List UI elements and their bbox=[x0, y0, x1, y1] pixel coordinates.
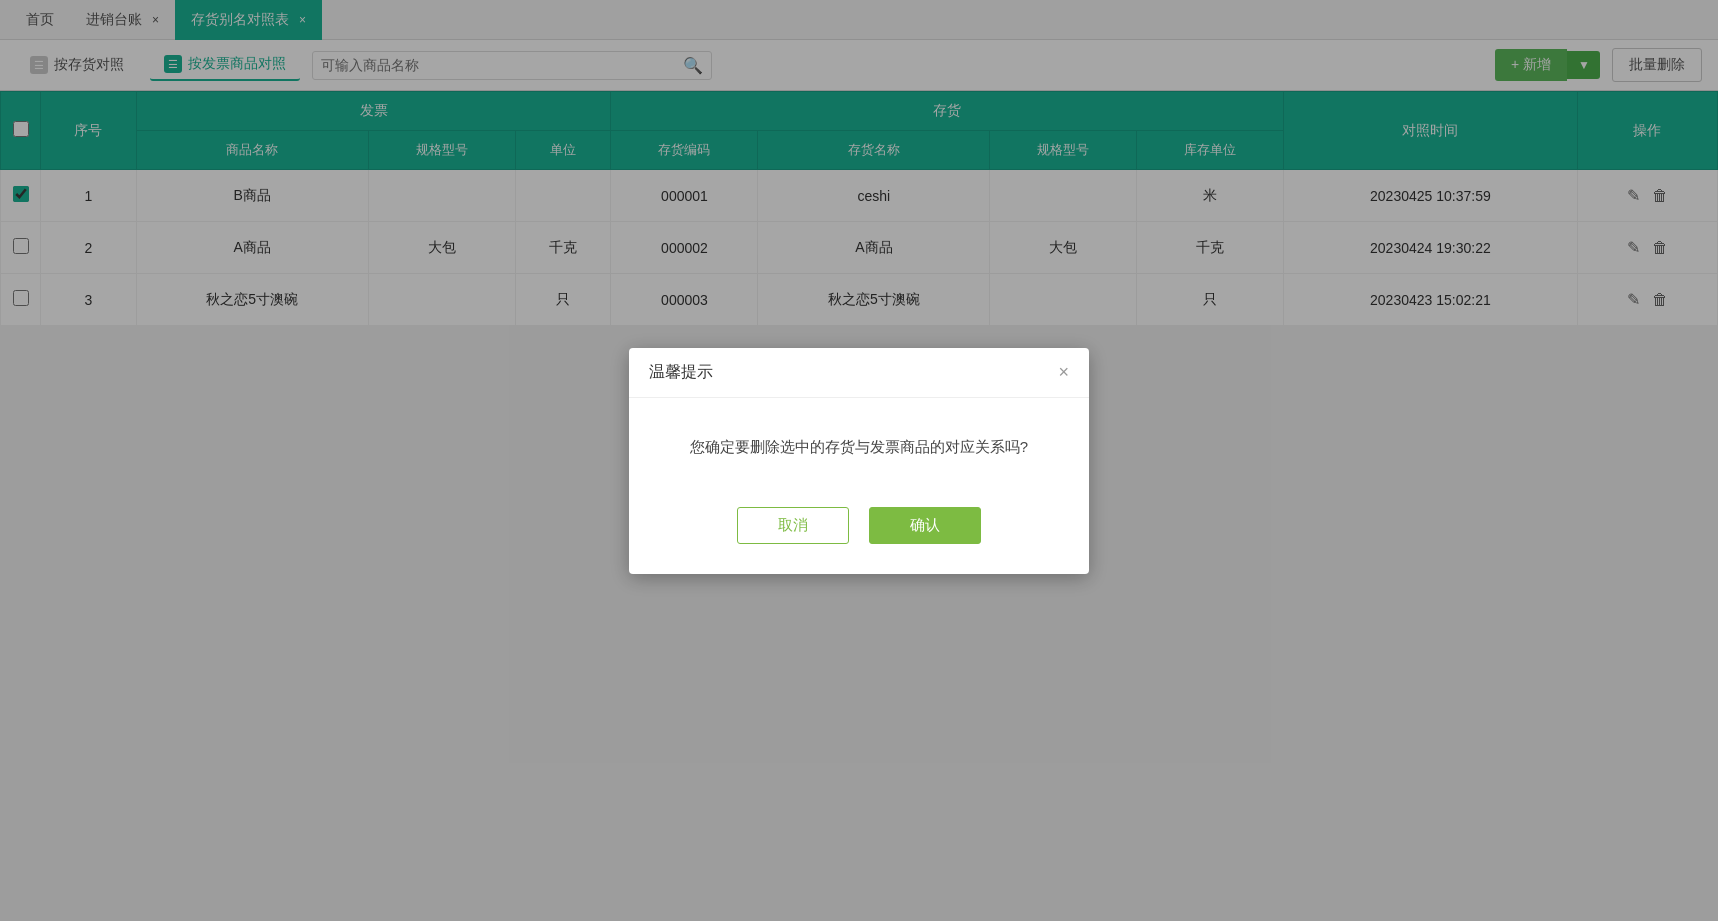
modal-overlay: 温馨提示 × 您确定要删除选中的存货与发票商品的对应关系吗? 取消 确认 bbox=[0, 0, 1718, 326]
